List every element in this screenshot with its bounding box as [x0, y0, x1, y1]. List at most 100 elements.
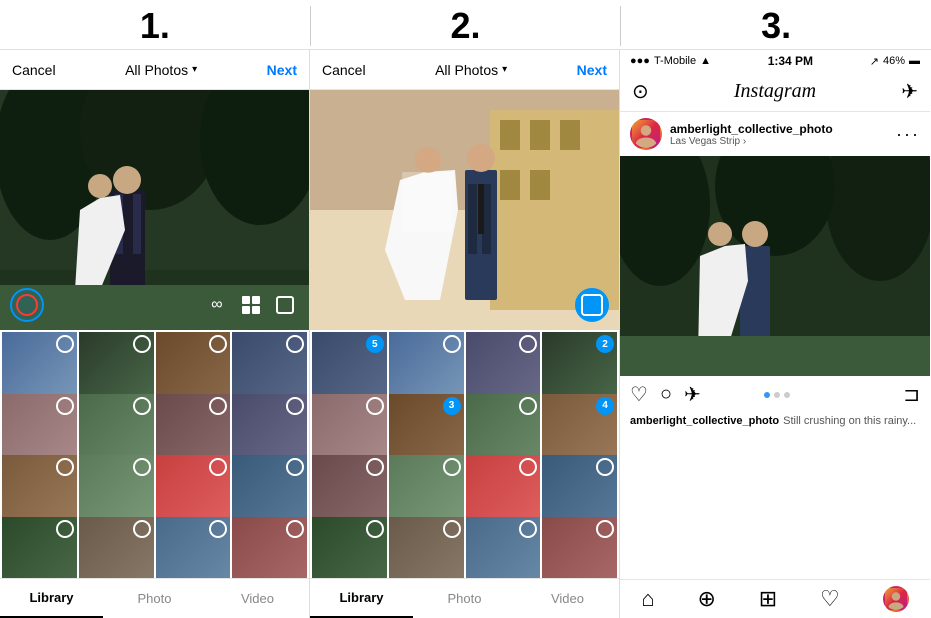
thumb-cell[interactable]: [542, 517, 617, 579]
grid-icon[interactable]: [237, 291, 265, 319]
ig-dot-2: [774, 392, 780, 398]
location-arrow-icon: ↗: [870, 55, 879, 68]
thumb-check-circle: [443, 335, 461, 353]
thumb-check-circle: [596, 520, 614, 538]
select-square-inner: [581, 294, 603, 316]
signal-dots: ●●●: [630, 55, 650, 67]
screens-row: Cancel All Photos ▾ Next: [0, 50, 931, 618]
panel-1-cancel-button[interactable]: Cancel: [12, 62, 56, 78]
panel-2-overlay-controls: [310, 288, 619, 322]
panel-2-next-button[interactable]: Next: [577, 62, 607, 78]
thumb-cell[interactable]: [156, 517, 231, 579]
ig-actions: ♡ ○ ✈ ⊐: [620, 376, 930, 413]
thumb-badge: 4: [596, 397, 614, 415]
home-nav-icon[interactable]: ⌂: [641, 586, 654, 612]
crop-icon[interactable]: [271, 291, 299, 319]
ig-topbar: ⊙ Instagram ✈: [620, 72, 930, 112]
tab-photo[interactable]: Photo: [103, 579, 206, 618]
ig-username[interactable]: amberlight_collective_photo: [670, 122, 888, 136]
thumb-badge: 2: [596, 335, 614, 353]
panel-2-bottom-tabs: Library Photo Video: [310, 578, 619, 618]
thumb-check-circle: [133, 397, 151, 415]
thumb-check-circle: [366, 397, 384, 415]
thumb-cell[interactable]: [2, 517, 77, 579]
panel-1-next-button[interactable]: Next: [267, 62, 297, 78]
ig-location[interactable]: Las Vegas Strip ›: [670, 136, 888, 147]
share-icon[interactable]: ✈: [684, 382, 701, 407]
ig-more-button[interactable]: ···: [896, 124, 920, 145]
step-3-label: 3.: [621, 5, 931, 47]
activity-nav-icon[interactable]: ♡: [820, 586, 840, 612]
step-2-label: 2.: [311, 5, 621, 47]
add-nav-icon[interactable]: ⊞: [759, 586, 777, 612]
thumb-check-circle: [596, 458, 614, 476]
wifi-icon: ▲: [700, 55, 711, 67]
thumb-check-circle: [56, 335, 74, 353]
tab-library-2[interactable]: Library: [310, 579, 413, 618]
thumb-check-circle: [209, 335, 227, 353]
ig-dot-1: [764, 392, 770, 398]
thumb-check-circle: [209, 397, 227, 415]
step-numbers-header: 1. 2. 3.: [0, 0, 931, 50]
thumb-check-circle: [209, 458, 227, 476]
ig-carousel-dots: [764, 392, 790, 398]
ig-dot-3: [784, 392, 790, 398]
thumb-cell[interactable]: [79, 517, 154, 579]
ig-caption-username: amberlight_collective_photo: [630, 415, 779, 427]
ig-bottombar: ⌂ ⊕ ⊞ ♡: [620, 579, 930, 618]
thumb-cell[interactable]: [466, 517, 541, 579]
thumb-check-circle: [286, 520, 304, 538]
comment-icon[interactable]: ○: [660, 383, 672, 406]
spacer: [320, 288, 354, 322]
thumb-cell[interactable]: [389, 517, 464, 579]
tab-library[interactable]: Library: [0, 579, 103, 618]
panel-2-main-photo[interactable]: [310, 90, 619, 330]
panel-1-bottom-tabs: Library Photo Video: [0, 578, 309, 618]
panel-3-instagram: ●●● T-Mobile ▲ 1:34 PM ↗ 46% ▬ ⊙ Instagr…: [620, 50, 930, 618]
panel-1-main-photo[interactable]: ∞: [0, 90, 309, 330]
ig-avatar: [630, 118, 662, 150]
camera-icon[interactable]: ⊙: [632, 79, 649, 104]
panel-1-overlay-controls: ∞: [0, 288, 309, 322]
ig-caption: amberlight_collective_photo Still crushi…: [620, 413, 930, 431]
panel-1-topbar: Cancel All Photos ▾ Next: [0, 50, 309, 90]
heart-icon[interactable]: ♡: [630, 382, 648, 407]
bookmark-icon[interactable]: ⊐: [903, 382, 920, 407]
select-circle-blue-button[interactable]: [575, 288, 609, 322]
thumb-check-circle: [366, 520, 384, 538]
tab-video[interactable]: Video: [206, 579, 309, 618]
send-icon[interactable]: ✈: [901, 79, 918, 104]
battery-percent: 46%: [883, 55, 905, 67]
ig-statusbar: ●●● T-Mobile ▲ 1:34 PM ↗ 46% ▬: [620, 50, 930, 72]
ig-time: 1:34 PM: [768, 54, 813, 68]
thumb-check-circle: [366, 458, 384, 476]
search-nav-icon[interactable]: ⊕: [698, 586, 716, 612]
thumb-check-circle: [286, 335, 304, 353]
thumb-check-circle: [443, 458, 461, 476]
carrier-label: T-Mobile: [654, 55, 696, 67]
tab-photo-2[interactable]: Photo: [413, 579, 516, 618]
ig-statusbar-right: ↗ 46% ▬: [870, 55, 920, 68]
controls-right: ∞: [203, 291, 299, 319]
thumb-check-circle: [519, 458, 537, 476]
panel-1-photo-library: Cancel All Photos ▾ Next: [0, 50, 310, 618]
thumb-check-circle: [56, 458, 74, 476]
thumb-check-circle: [519, 520, 537, 538]
chevron-down-icon-2: ▾: [502, 64, 507, 75]
profile-nav-icon[interactable]: [883, 586, 909, 612]
ig-main-image: [620, 156, 930, 376]
panel-2-cancel-button[interactable]: Cancel: [322, 62, 366, 78]
panel-2-thumb-grid: 5234: [310, 330, 619, 578]
thumb-badge: 5: [366, 335, 384, 353]
panel-2-all-photos-label: All Photos: [435, 62, 498, 78]
select-circle-button[interactable]: [10, 288, 44, 322]
tab-video-2[interactable]: Video: [516, 579, 619, 618]
select-circle-inner: [16, 294, 38, 316]
thumb-check-circle: [56, 520, 74, 538]
thumb-check-circle: [286, 397, 304, 415]
panel-2-multi-select: Cancel All Photos ▾ Next: [310, 50, 620, 618]
thumb-check-circle: [56, 397, 74, 415]
thumb-cell[interactable]: [312, 517, 387, 579]
thumb-cell[interactable]: [232, 517, 307, 579]
infinity-icon[interactable]: ∞: [203, 291, 231, 319]
